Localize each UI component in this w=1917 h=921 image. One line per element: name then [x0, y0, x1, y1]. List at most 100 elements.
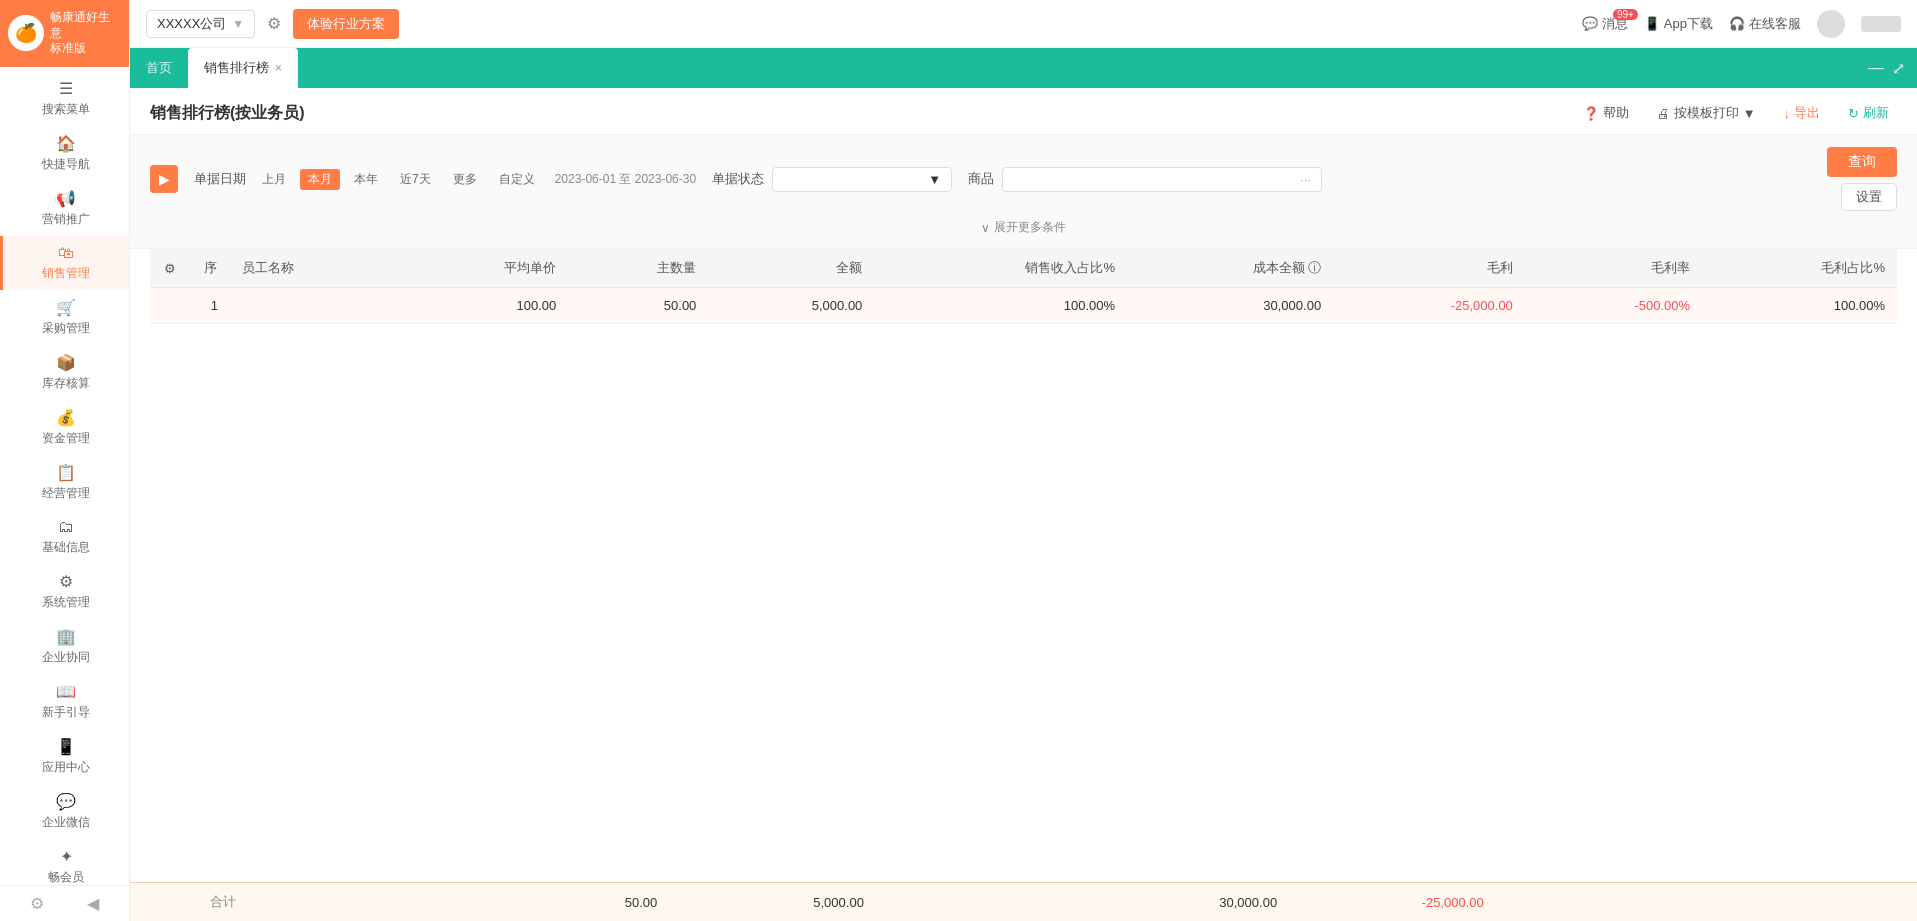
cell-qty: 50.00	[568, 288, 708, 324]
username-display	[1861, 16, 1901, 32]
col-sales-pct: 销售收入占比%	[874, 249, 1127, 288]
footer-label: 合计	[150, 893, 236, 911]
footer-cost: 30,000.00	[1071, 895, 1278, 910]
table-header-row: ⚙ 序 员工名称 平均单价 主数量 全额 销售收入占比% 成本全额 ⓘ 毛利 毛…	[150, 249, 1897, 288]
query-button[interactable]: 查询	[1827, 147, 1897, 177]
filter-toggle-icon: ▶	[159, 171, 170, 187]
goods-label: 商品	[968, 170, 994, 188]
goods-select[interactable]: ···	[1002, 167, 1322, 192]
date-tabs: 上月 本月 本年 近7天 更多 自定义	[254, 169, 543, 190]
print-btn[interactable]: 🖨 按模板打印 ▼	[1649, 100, 1764, 126]
trial-button[interactable]: 体验行业方案	[293, 9, 399, 39]
enterprise-icon: 🏢	[56, 627, 76, 646]
sidebar-item-enterprise[interactable]: 🏢 企业协同	[0, 619, 129, 674]
table-footer: 合计 50.00 5,000.00 30,000.00 -25,000.00	[130, 882, 1917, 921]
cell-settings	[150, 288, 190, 324]
sidebar-item-inventory[interactable]: 📦 库存核算	[0, 345, 129, 400]
help-icon: ❓	[1583, 106, 1599, 121]
operations-icon: 📋	[56, 463, 76, 482]
online-service-btn[interactable]: 🎧 在线客服	[1729, 15, 1801, 33]
sidebar-item-appcenter[interactable]: 📱 应用中心	[0, 729, 129, 784]
sidebar-item-purchase[interactable]: 🛒 采购管理	[0, 290, 129, 345]
col-gross-rate: 毛利率	[1525, 249, 1702, 288]
message-icon: 💬	[1582, 16, 1598, 31]
topbar-settings-icon[interactable]: ⚙	[267, 14, 281, 33]
export-btn[interactable]: ↓ 导出	[1776, 100, 1829, 126]
expand-conditions[interactable]: ∨ 展开更多条件	[150, 219, 1897, 236]
appcenter-icon: 📱	[56, 737, 76, 756]
cell-gross: -25,000.00	[1333, 288, 1525, 324]
footer-qty: 50.00	[451, 895, 658, 910]
service-icon: 🎧	[1729, 16, 1745, 31]
sales-ranking-table: ⚙ 序 员工名称 平均单价 主数量 全额 销售收入占比% 成本全额 ⓘ 毛利 毛…	[150, 249, 1897, 324]
sidebar-item-operations[interactable]: 📋 经营管理	[0, 455, 129, 510]
settings-button[interactable]: 设置	[1841, 183, 1897, 211]
cell-gross-rate: -500.00%	[1525, 288, 1702, 324]
col-qty: 主数量	[568, 249, 708, 288]
filter-row: ▶ 单据日期 上月 本月 本年 近7天 更多 自定义 2023-06-01 至 …	[150, 147, 1897, 211]
tab-sales-ranking[interactable]: 销售排行榜 ×	[188, 48, 298, 88]
filter-bar: ▶ 单据日期 上月 本月 本年 近7天 更多 自定义 2023-06-01 至 …	[130, 135, 1917, 249]
sidebar-logo: 🍊 畅康通好生意 标准版	[0, 0, 129, 67]
finance-icon: 💰	[56, 408, 76, 427]
company-selector[interactable]: XXXXX公司 ▼	[146, 10, 255, 38]
sales-icon: 🛍	[58, 244, 74, 262]
date-filter: 单据日期 上月 本月 本年 近7天 更多 自定义 2023-06-01 至 20…	[194, 169, 696, 190]
cell-total: 5,000.00	[708, 288, 874, 324]
avatar[interactable]	[1817, 10, 1845, 38]
wechat-icon: 💬	[56, 792, 76, 811]
tab-actions: — ⤢	[1868, 59, 1917, 78]
export-icon: ↓	[1784, 106, 1791, 121]
sidebar-settings-btn[interactable]: ⚙	[30, 894, 44, 913]
message-badge: 99+	[1613, 9, 1638, 20]
inventory-icon: 📦	[56, 353, 76, 372]
sidebar-item-system[interactable]: ⚙ 系统管理	[0, 564, 129, 619]
app-download-btn[interactable]: 📱 App下载	[1644, 15, 1713, 33]
cell-avg-price: 100.00	[399, 288, 568, 324]
sidebar-item-sales[interactable]: 🛍 销售管理	[0, 236, 129, 290]
quick-nav-icon: 🏠	[56, 134, 76, 153]
expand-chevron-icon: ∨	[981, 221, 990, 235]
sidebar-item-quick-nav[interactable]: 🏠 快捷导航	[0, 126, 129, 181]
sidebar-item-wechat[interactable]: 💬 企业微信	[0, 784, 129, 839]
page-title: 销售排行榜(按业务员)	[150, 103, 305, 124]
filter-toggle-btn[interactable]: ▶	[150, 165, 178, 193]
system-icon: ⚙	[59, 572, 73, 591]
app-download-icon: 📱	[1644, 16, 1660, 31]
sidebar-item-basics[interactable]: 🗂 基础信息	[0, 510, 129, 564]
sidebar-item-guide[interactable]: 📖 新手引导	[0, 674, 129, 729]
cell-gross-pct: 100.00%	[1702, 288, 1897, 324]
sidebar-item-search-order[interactable]: ☰ 搜索菜单	[0, 71, 129, 126]
col-gross: 毛利	[1333, 249, 1525, 288]
tab-maximize-icon[interactable]: ⤢	[1892, 59, 1905, 78]
col-settings[interactable]: ⚙	[150, 249, 190, 288]
goods-more-icon: ···	[1300, 172, 1311, 187]
tab-close-icon[interactable]: ×	[275, 61, 282, 75]
chevron-down-icon: ▼	[232, 17, 244, 31]
date-tab-more[interactable]: 更多	[445, 169, 485, 190]
date-tab-this-month[interactable]: 本月	[300, 169, 340, 190]
help-btn[interactable]: ❓ 帮助	[1575, 100, 1637, 126]
date-tab-this-year[interactable]: 本年	[346, 169, 386, 190]
topbar: XXXXX公司 ▼ ⚙ 体验行业方案 💬 消息 99+ 📱 App下载 🎧 在线…	[130, 0, 1917, 48]
status-select[interactable]: ▼	[772, 167, 952, 192]
sidebar-collapse-btn[interactable]: ◀	[87, 894, 99, 913]
date-tab-custom[interactable]: 自定义	[491, 169, 543, 190]
sidebar-item-marketing[interactable]: 📢 营销推广	[0, 181, 129, 236]
table-row: 1 100.00 50.00 5,000.00 100.00% 30,000.0…	[150, 288, 1897, 324]
col-cost: 成本全额 ⓘ	[1127, 249, 1333, 288]
tab-home[interactable]: 首页	[130, 48, 188, 88]
col-employee-name: 员工名称	[230, 249, 399, 288]
goods-filter: 商品 ···	[968, 167, 1322, 192]
refresh-btn[interactable]: ↻ 刷新	[1840, 100, 1897, 126]
sidebar-nav: ☰ 搜索菜单 🏠 快捷导航 📢 营销推广 🛍 销售管理 🛒 采购管理 📦 库存核…	[0, 67, 129, 885]
tabbar: 首页 销售排行榜 × — ⤢	[130, 48, 1917, 88]
date-tab-last-month[interactable]: 上月	[254, 169, 294, 190]
col-gross-pct: 毛利占比%	[1702, 249, 1897, 288]
message-btn[interactable]: 💬 消息 99+	[1582, 15, 1628, 33]
sidebar-item-finance[interactable]: 💰 资金管理	[0, 400, 129, 455]
date-tab-7days[interactable]: 近7天	[392, 169, 439, 190]
tab-minimize-icon[interactable]: —	[1868, 59, 1884, 77]
sidebar-item-member[interactable]: ✦ 畅会员	[0, 839, 129, 885]
cell-rank: 1	[190, 288, 230, 324]
